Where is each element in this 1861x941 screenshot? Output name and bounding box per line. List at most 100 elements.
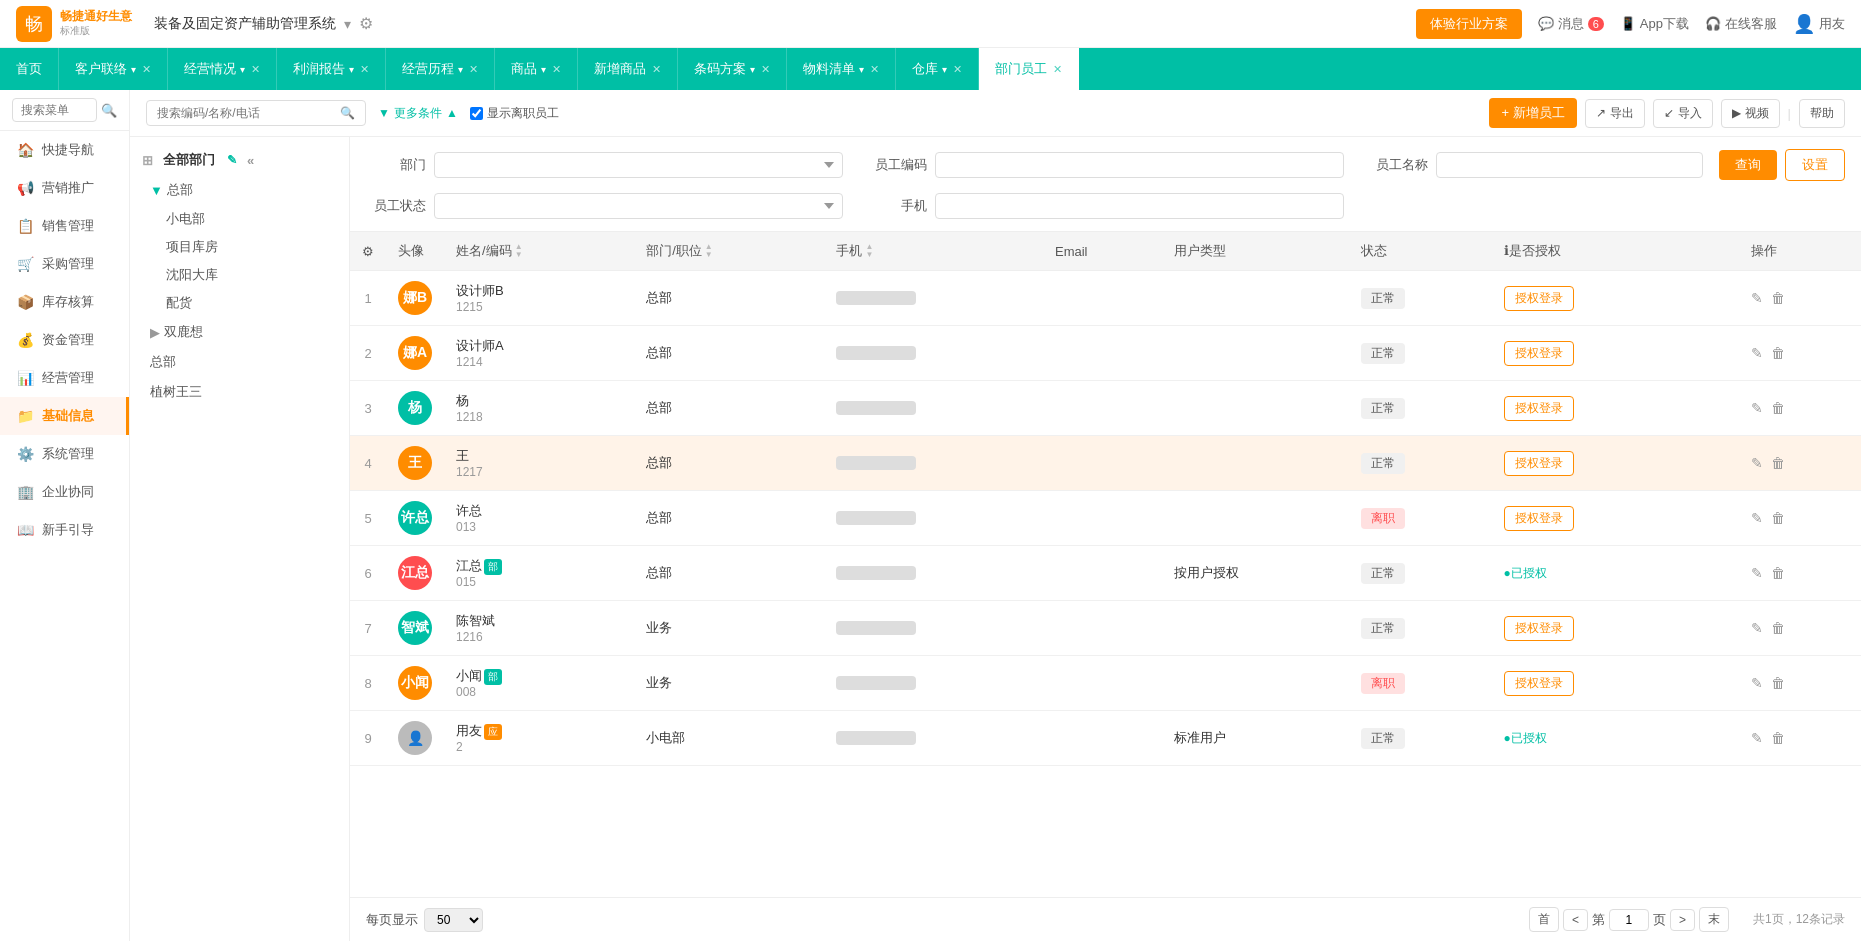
dept-item-zhishuwangsan[interactable]: 植树王三 (130, 377, 349, 407)
delete-icon[interactable]: 🗑 (1771, 290, 1785, 306)
tab-close-icon[interactable]: ✕ (552, 63, 561, 76)
edit-icon[interactable]: ✎ (1751, 510, 1763, 526)
col-settings[interactable]: ⚙ (350, 232, 386, 271)
auth-button[interactable]: 授权登录 (1504, 396, 1574, 421)
dept-sub-peihuo[interactable]: 配货 (130, 289, 349, 317)
export-button[interactable]: ↗ 导出 (1585, 99, 1645, 128)
dept-sub-shenyangdaku[interactable]: 沈阳大库 (130, 261, 349, 289)
emp-name-input[interactable] (1436, 152, 1703, 178)
dropdown-arrow-icon[interactable]: ▾ (344, 16, 351, 32)
col-dept-position[interactable]: 部门/职位 ▲▼ (634, 232, 824, 271)
query-button[interactable]: 查询 (1719, 150, 1777, 180)
delete-icon[interactable]: 🗑 (1771, 675, 1785, 691)
emp-status-select[interactable] (434, 193, 843, 219)
next-page-btn[interactable]: > (1670, 909, 1695, 931)
sidebar-item-basic-info[interactable]: 📁 基础信息 (0, 397, 129, 435)
delete-icon[interactable]: 🗑 (1771, 345, 1785, 361)
page-size-select[interactable]: 50 10 20 100 (424, 908, 483, 932)
edit-icon[interactable]: ✎ (1751, 290, 1763, 306)
tab-close-icon[interactable]: ✕ (360, 63, 369, 76)
edit-icon[interactable]: ✎ (1751, 345, 1763, 361)
online-service-item[interactable]: 🎧 在线客服 (1705, 15, 1777, 33)
gear-icon[interactable]: ⚙ (359, 14, 373, 33)
sidebar-item-sales[interactable]: 📋 销售管理 (0, 207, 129, 245)
sidebar-item-guide[interactable]: 📖 新手引导 (0, 511, 129, 549)
delete-icon[interactable]: 🗑 (1771, 730, 1785, 746)
app-download-item[interactable]: 📱 App下载 (1620, 15, 1689, 33)
delete-icon[interactable]: 🗑 (1771, 455, 1785, 471)
tab-new-goods[interactable]: 新增商品 ✕ (578, 48, 678, 90)
edit-icon[interactable]: ✎ (1751, 565, 1763, 581)
auth-button[interactable]: 授权登录 (1504, 341, 1574, 366)
tab-warehouse[interactable]: 仓库 ▾ ✕ (896, 48, 979, 90)
dept-sub-xiaodibu[interactable]: 小电部 (130, 205, 349, 233)
delete-icon[interactable]: 🗑 (1771, 620, 1785, 636)
settings-icon[interactable]: ⚙ (362, 244, 374, 259)
edit-icon[interactable]: ✎ (1751, 455, 1763, 471)
tab-operations[interactable]: 经营情况 ▾ ✕ (168, 48, 277, 90)
edit-icon[interactable]: ✎ (1751, 620, 1763, 636)
emp-code-input[interactable] (935, 152, 1344, 178)
search-input[interactable] (157, 106, 334, 120)
auth-button[interactable]: 授权登录 (1504, 671, 1574, 696)
first-page-btn[interactable]: 首 (1529, 907, 1559, 932)
dept-item-zongbu2[interactable]: 总部 (130, 347, 349, 377)
sidebar-item-finance[interactable]: 💰 资金管理 (0, 321, 129, 359)
tab-employees[interactable]: 部门员工 ✕ (979, 48, 1079, 90)
tab-close-icon[interactable]: ✕ (953, 63, 962, 76)
delete-icon[interactable]: 🗑 (1771, 510, 1785, 526)
sidebar-search-input[interactable] (12, 98, 97, 122)
tab-close-icon[interactable]: ✕ (1053, 63, 1062, 76)
tab-close-icon[interactable]: ✕ (251, 63, 260, 76)
view-button[interactable]: ▶ 视频 (1721, 99, 1780, 128)
tab-close-icon[interactable]: ✕ (870, 63, 879, 76)
auth-button[interactable]: 授权登录 (1504, 286, 1574, 311)
sidebar-item-operations[interactable]: 📊 经营管理 (0, 359, 129, 397)
sidebar-item-enterprise[interactable]: 🏢 企业协同 (0, 473, 129, 511)
sidebar-item-marketing[interactable]: 📢 营销推广 (0, 169, 129, 207)
auth-button[interactable]: 授权登录 (1504, 616, 1574, 641)
phone-input[interactable] (935, 193, 1344, 219)
tab-home[interactable]: 首页 (0, 48, 59, 90)
delete-icon[interactable]: 🗑 (1771, 565, 1785, 581)
last-page-btn[interactable]: 末 (1699, 907, 1729, 932)
experience-button[interactable]: 体验行业方案 (1416, 9, 1522, 39)
tab-customer[interactable]: 客户联络 ▾ ✕ (59, 48, 168, 90)
page-number-input[interactable] (1609, 909, 1649, 931)
dept-select[interactable] (434, 152, 843, 178)
message-item[interactable]: 💬 消息 6 (1538, 15, 1604, 33)
tab-close-icon[interactable]: ✕ (469, 63, 478, 76)
set-button[interactable]: 设置 (1785, 149, 1845, 181)
tab-close-icon[interactable]: ✕ (652, 63, 661, 76)
show-resigned-toggle[interactable]: 显示离职员工 (470, 105, 559, 122)
sidebar-item-system[interactable]: ⚙️ 系统管理 (0, 435, 129, 473)
tab-barcode[interactable]: 条码方案 ▾ ✕ (678, 48, 787, 90)
tab-goods[interactable]: 商品 ▾ ✕ (495, 48, 578, 90)
show-resigned-checkbox[interactable] (470, 107, 483, 120)
more-conditions-btn[interactable]: ▼ 更多条件 ▲ (378, 105, 458, 122)
edit-dept-icon[interactable]: ✎ (227, 153, 237, 167)
prev-page-btn[interactable]: < (1563, 909, 1588, 931)
edit-icon[interactable]: ✎ (1751, 675, 1763, 691)
dept-sub-xiangmukufang[interactable]: 项目库房 (130, 233, 349, 261)
user-item[interactable]: 👤 用友 (1793, 13, 1845, 35)
add-employee-button[interactable]: + 新增员工 (1489, 98, 1576, 128)
dept-item-zongbu[interactable]: ▼ 总部 (130, 175, 349, 205)
edit-icon[interactable]: ✎ (1751, 730, 1763, 746)
tab-close-icon[interactable]: ✕ (761, 63, 770, 76)
edit-icon[interactable]: ✎ (1751, 400, 1763, 416)
collapse-tree-icon[interactable]: « (247, 153, 254, 168)
dept-item-shuangluxiang[interactable]: ▶ 双鹿想 (130, 317, 349, 347)
tab-close-icon[interactable]: ✕ (142, 63, 151, 76)
import-button[interactable]: ↙ 导入 (1653, 99, 1713, 128)
all-dept-label[interactable]: 全部部门 (163, 151, 215, 169)
delete-icon[interactable]: 🗑 (1771, 400, 1785, 416)
sidebar-item-quick-nav[interactable]: 🏠 快捷导航 (0, 131, 129, 169)
tab-profit[interactable]: 利润报告 ▾ ✕ (277, 48, 386, 90)
tab-journey[interactable]: 经营历程 ▾ ✕ (386, 48, 495, 90)
sidebar-item-purchase[interactable]: 🛒 采购管理 (0, 245, 129, 283)
tab-bom[interactable]: 物料清单 ▾ ✕ (787, 48, 896, 90)
help-button[interactable]: 帮助 (1799, 99, 1845, 128)
col-phone[interactable]: 手机 ▲▼ (824, 232, 1043, 271)
auth-button[interactable]: 授权登录 (1504, 451, 1574, 476)
